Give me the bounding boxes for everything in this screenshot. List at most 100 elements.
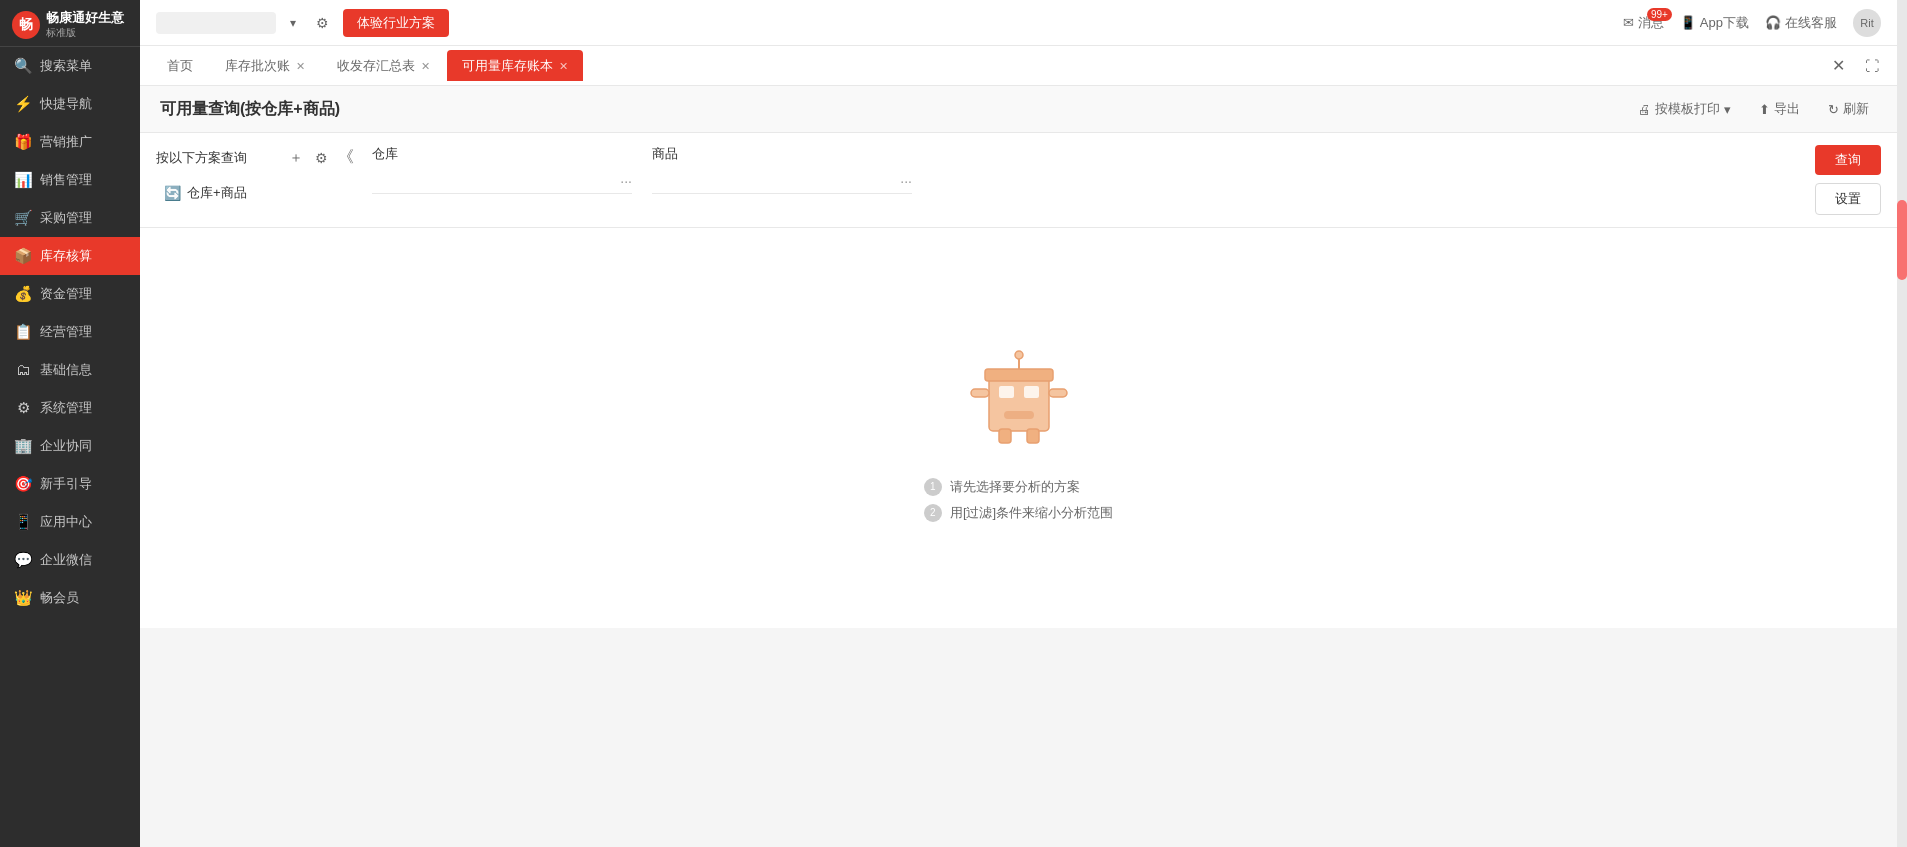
add-scheme-button[interactable]: ＋ bbox=[285, 147, 307, 169]
topbar-gear-button[interactable]: ⚙ bbox=[310, 11, 335, 35]
tip-num-1: 1 bbox=[924, 478, 942, 496]
sidebar-item-finance[interactable]: 💰 资金管理 bbox=[0, 275, 140, 313]
sidebar-icon-guide: 🎯 bbox=[14, 475, 32, 493]
topbar-app-download-btn[interactable]: 📱 App下载 bbox=[1680, 14, 1749, 32]
filter-settings-button[interactable]: 设置 bbox=[1815, 183, 1881, 215]
topbar-avatar[interactable]: Rit bbox=[1853, 9, 1881, 37]
svg-rect-7 bbox=[971, 389, 989, 397]
sidebar-icon-system: ⚙ bbox=[14, 399, 32, 417]
filter-warehouse-more-btn[interactable]: ··· bbox=[620, 173, 632, 189]
right-scroll[interactable] bbox=[1897, 0, 1907, 847]
filter-warehouse-input-area: ··· bbox=[372, 169, 632, 194]
sidebar-item-apps[interactable]: 📱 应用中心 bbox=[0, 503, 140, 541]
sidebar-label-shortcuts: 快捷导航 bbox=[40, 95, 92, 113]
sidebar-item-sales[interactable]: 📊 销售管理 bbox=[0, 161, 140, 199]
svg-rect-9 bbox=[999, 429, 1011, 443]
sidebar-subtitle: 标准版 bbox=[46, 26, 124, 40]
empty-state-image bbox=[959, 331, 1079, 454]
sidebar-item-marketing_promo[interactable]: 🎁 营销推广 bbox=[0, 123, 140, 161]
tab-available-book[interactable]: 可用量库存账本 ✕ bbox=[447, 50, 583, 81]
tab-available-book-close[interactable]: ✕ bbox=[559, 60, 568, 73]
topbar-industry-button[interactable]: 体验行业方案 bbox=[343, 9, 449, 37]
query-button[interactable]: 查询 bbox=[1815, 145, 1881, 175]
sidebar-icon-search: 🔍 bbox=[14, 57, 32, 75]
sidebar-icon-sales: 📊 bbox=[14, 171, 32, 189]
scheme-item-warehouse-product[interactable]: 🔄 仓库+商品 bbox=[156, 178, 356, 208]
sidebar-label-search: 搜索菜单 bbox=[40, 57, 92, 75]
main-area: ▾ ⚙ 体验行业方案 ✉ 消息 99+ 📱 App下载 🎧 在线客服 Rit 首… bbox=[140, 0, 1897, 847]
right-scroll-thumb[interactable] bbox=[1897, 200, 1907, 280]
message-icon: ✉ bbox=[1623, 15, 1634, 30]
service-label: 在线客服 bbox=[1785, 14, 1837, 32]
sidebar-icon-finance: 💰 bbox=[14, 285, 32, 303]
sidebar-item-enterprise[interactable]: 🏢 企业协同 bbox=[0, 427, 140, 465]
topbar-service-btn[interactable]: 🎧 在线客服 bbox=[1765, 14, 1837, 32]
filter-product-input[interactable] bbox=[652, 174, 892, 189]
tab-collect-accounts-label: 收发存汇总表 bbox=[337, 57, 415, 75]
settings-scheme-button[interactable]: ⚙ bbox=[311, 148, 332, 168]
sidebar-item-system[interactable]: ⚙ 系统管理 bbox=[0, 389, 140, 427]
svg-rect-3 bbox=[1004, 411, 1034, 419]
print-icon: 🖨 bbox=[1638, 102, 1651, 117]
tab-batch-accounts-close[interactable]: ✕ bbox=[296, 60, 305, 73]
sidebar-scroll-area[interactable]: 🔍 搜索菜单 ⚡ 快捷导航 🎁 营销推广 📊 销售管理 🛒 采购管理 📦 库存核… bbox=[0, 47, 140, 847]
tab-collect-accounts[interactable]: 收发存汇总表 ✕ bbox=[322, 50, 445, 81]
print-template-button[interactable]: 🖨 按模板打印 ▾ bbox=[1630, 96, 1739, 122]
tab-collect-accounts-close[interactable]: ✕ bbox=[421, 60, 430, 73]
filter-warehouse-input[interactable] bbox=[372, 174, 612, 189]
tab-home[interactable]: 首页 bbox=[152, 50, 208, 81]
sidebar-label-inventory: 库存核算 bbox=[40, 247, 92, 265]
sidebar-logo-icon: 畅 bbox=[12, 11, 40, 39]
tab-available-book-label: 可用量库存账本 bbox=[462, 57, 553, 75]
sidebar-header: 畅 畅康通好生意 标准版 bbox=[0, 0, 140, 47]
message-badge: 99+ bbox=[1647, 8, 1672, 21]
sidebar-item-basic[interactable]: 🗂 基础信息 bbox=[0, 351, 140, 389]
filter-field-warehouse: 仓库 ··· bbox=[372, 145, 632, 194]
tabs-actions: ✕ ⛶ bbox=[1826, 54, 1885, 77]
filter-field-product: 商品 ··· bbox=[652, 145, 912, 194]
sidebar-item-purchase[interactable]: 🛒 采购管理 bbox=[0, 199, 140, 237]
scheme-item-label: 仓库+商品 bbox=[187, 184, 247, 202]
sidebar-item-search[interactable]: 🔍 搜索菜单 bbox=[0, 47, 140, 85]
sidebar-item-inventory[interactable]: 📦 库存核算 bbox=[0, 237, 140, 275]
tab-batch-accounts[interactable]: 库存批次账 ✕ bbox=[210, 50, 320, 81]
page-header: 可用量查询(按仓库+商品) 🖨 按模板打印 ▾ ⬆ 导出 ↻ 刷新 bbox=[140, 86, 1897, 133]
sidebar-item-member[interactable]: 👑 畅会员 bbox=[0, 579, 140, 617]
filter-product-label: 商品 bbox=[652, 145, 912, 163]
tab-close-all-button[interactable]: ✕ bbox=[1826, 54, 1851, 77]
scheme-item-icon: 🔄 bbox=[164, 185, 181, 201]
topbar-dropdown-button[interactable]: ▾ bbox=[284, 12, 302, 34]
topbar-search-input[interactable] bbox=[156, 12, 276, 34]
collapse-schemes-button[interactable]: 《 bbox=[336, 145, 356, 170]
sidebar-label-marketing_promo: 营销推广 bbox=[40, 133, 92, 151]
sidebar-label-guide: 新手引导 bbox=[40, 475, 92, 493]
sidebar-icon-shortcuts: ⚡ bbox=[14, 95, 32, 113]
sidebar-icon-basic: 🗂 bbox=[14, 361, 32, 379]
sidebar-label-member: 畅会员 bbox=[40, 589, 79, 607]
page-content: 可用量查询(按仓库+商品) 🖨 按模板打印 ▾ ⬆ 导出 ↻ 刷新 bbox=[140, 86, 1897, 847]
topbar-left: ▾ ⚙ 体验行业方案 bbox=[156, 9, 449, 37]
svg-rect-8 bbox=[1049, 389, 1067, 397]
filter-scheme-header: 按以下方案查询 ＋ ⚙ 《 bbox=[156, 145, 356, 170]
filter-scheme-label: 按以下方案查询 bbox=[156, 149, 247, 167]
sidebar-icon-operations: 📋 bbox=[14, 323, 32, 341]
sidebar-item-guide[interactable]: 🎯 新手引导 bbox=[0, 465, 140, 503]
topbar-message-btn[interactable]: ✉ 消息 99+ bbox=[1623, 14, 1664, 32]
sidebar-item-operations[interactable]: 📋 经营管理 bbox=[0, 313, 140, 351]
refresh-button[interactable]: ↻ 刷新 bbox=[1820, 96, 1877, 122]
sidebar-item-weixin[interactable]: 💬 企业微信 bbox=[0, 541, 140, 579]
refresh-label: 刷新 bbox=[1843, 100, 1869, 118]
sidebar-icon-weixin: 💬 bbox=[14, 551, 32, 569]
sidebar-item-shortcuts[interactable]: ⚡ 快捷导航 bbox=[0, 85, 140, 123]
filter-warehouse-label: 仓库 bbox=[372, 145, 632, 163]
tab-expand-button[interactable]: ⛶ bbox=[1859, 56, 1885, 76]
sidebar-label-enterprise: 企业协同 bbox=[40, 437, 92, 455]
refresh-icon: ↻ bbox=[1828, 102, 1839, 117]
filter-product-input-area: ··· bbox=[652, 169, 912, 194]
sidebar-logo: 畅 畅康通好生意 标准版 bbox=[12, 10, 128, 40]
tip-text-1: 请先选择要分析的方案 bbox=[950, 474, 1080, 500]
filter-product-more-btn[interactable]: ··· bbox=[900, 173, 912, 189]
export-button[interactable]: ⬆ 导出 bbox=[1751, 96, 1808, 122]
sidebar-label-finance: 资金管理 bbox=[40, 285, 92, 303]
svg-rect-0 bbox=[989, 376, 1049, 431]
